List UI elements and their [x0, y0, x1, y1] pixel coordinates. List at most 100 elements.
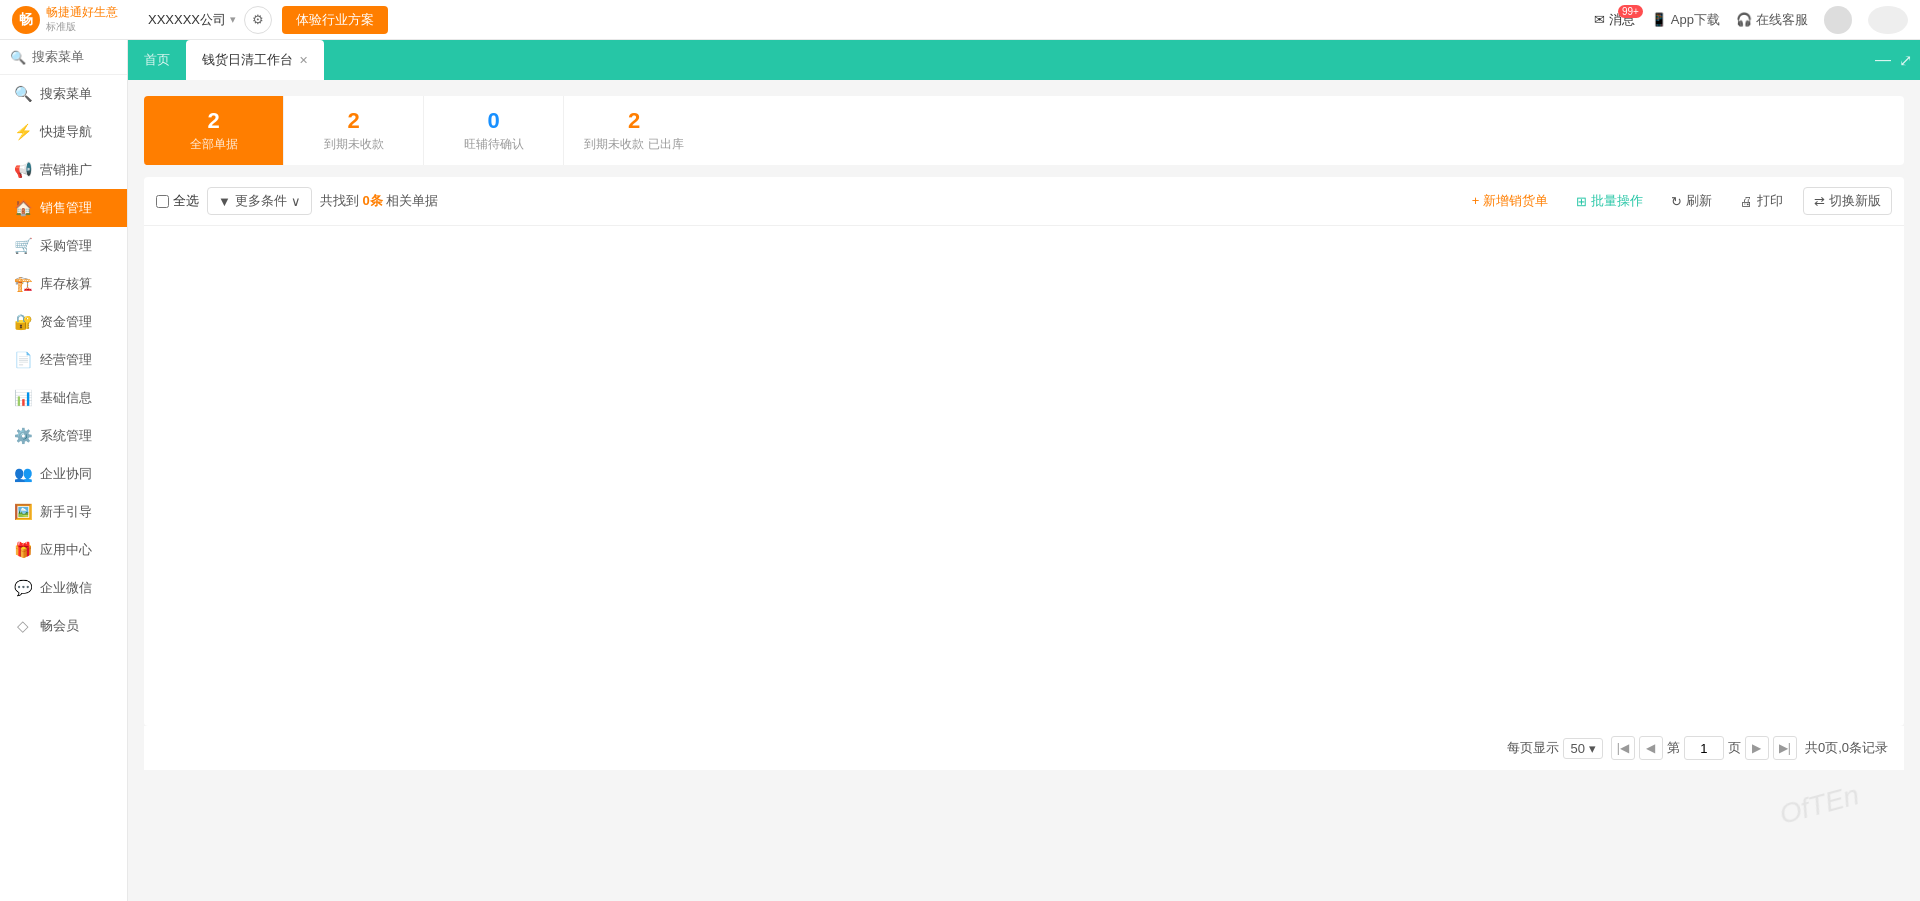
batch-label: 批量操作	[1591, 192, 1643, 210]
sidebar-label-9: 系统管理	[40, 427, 92, 445]
trial-button[interactable]: 体验行业方案	[282, 6, 388, 34]
sidebar-icon-0: 🔍	[14, 85, 32, 103]
sidebar-icon-11: 🖼️	[14, 503, 32, 521]
sidebar-item-10[interactable]: 👥企业协同	[0, 455, 127, 493]
tab-home[interactable]: 首页	[128, 40, 186, 80]
check-all-checkbox[interactable]	[156, 195, 169, 208]
stats-shipped-num: 2	[580, 108, 688, 134]
sidebar-label-14: 畅会员	[40, 617, 79, 635]
toolbar: 全选 ▼ 更多条件 ∨ 共找到 0条 相关单据 + 新增销货单 ⊞ 批量操作 ↻…	[144, 177, 1904, 226]
found-text: 共找到 0条 相关单据	[320, 192, 438, 210]
sidebar-label-13: 企业微信	[40, 579, 92, 597]
batch-icon: ⊞	[1576, 194, 1587, 209]
logo-text-block: 畅捷通好生意 标准版	[46, 5, 118, 35]
company-selector[interactable]: XXXXXX公司 ▾	[148, 11, 236, 29]
page-prev-button[interactable]: ◀	[1639, 736, 1663, 760]
sidebar-label-1: 快捷导航	[40, 123, 92, 141]
sidebar-label-5: 库存核算	[40, 275, 92, 293]
tab-work-bench[interactable]: 钱货日清工作台 ✕	[186, 40, 324, 80]
sidebar-icon-8: 📊	[14, 389, 32, 407]
page-size-dropdown[interactable]: 50 ▾	[1563, 738, 1602, 759]
sidebar-icon-4: 🛒	[14, 237, 32, 255]
filter-icon: ▼	[218, 194, 231, 209]
pagination: 每页显示 50 ▾ |◀ ◀ 第 页 ▶ ▶| 共0页,0条记录	[144, 726, 1904, 770]
sidebar-icon-1: ⚡	[14, 123, 32, 141]
print-label: 打印	[1757, 192, 1783, 210]
sidebar-icon-5: 🏗️	[14, 275, 32, 293]
online-service-label: 在线客服	[1756, 11, 1808, 29]
sidebar-icon-13: 💬	[14, 579, 32, 597]
page-size-arrow-icon: ▾	[1589, 741, 1596, 756]
sidebar-item-9[interactable]: ⚙️系统管理	[0, 417, 127, 455]
message-icon: ✉	[1594, 12, 1605, 27]
sidebar-item-11[interactable]: 🖼️新手引导	[0, 493, 127, 531]
sidebar-label-6: 资金管理	[40, 313, 92, 331]
sidebar-icon-12: 🎁	[14, 541, 32, 559]
sidebar-label-8: 基础信息	[40, 389, 92, 407]
sidebar-item-3[interactable]: 🏠 销售管理	[0, 189, 127, 227]
page-last-button[interactable]: ▶|	[1773, 736, 1797, 760]
sidebar-label-7: 经营管理	[40, 351, 92, 369]
stats-tab-shipped[interactable]: 2 到期未收款 已出库	[564, 96, 704, 165]
sidebar-icon-7: 📄	[14, 351, 32, 369]
toolbar-left: 全选 ▼ 更多条件 ∨ 共找到 0条 相关单据	[156, 187, 1452, 215]
avatar[interactable]	[1824, 6, 1852, 34]
sidebar-icon-3: 🏠	[14, 199, 32, 217]
sidebar-label-0: 搜索菜单	[40, 85, 92, 103]
tab-bar-actions: — ⤢	[1875, 51, 1920, 70]
sidebar-item-1[interactable]: ⚡ 快捷导航	[0, 113, 127, 151]
refresh-label: 刷新	[1686, 192, 1712, 210]
filter-label: 更多条件	[235, 192, 287, 210]
sidebar-item-6[interactable]: 🔐 资金管理	[0, 303, 127, 341]
stats-tab-wangfu[interactable]: 0 旺辅待确认	[424, 96, 564, 165]
stats-tab-all[interactable]: 2 全部单据	[144, 96, 284, 165]
stats-wangfu-label: 旺辅待确认	[440, 136, 547, 153]
page-next-button[interactable]: ▶	[1745, 736, 1769, 760]
print-button[interactable]: 🖨 打印	[1732, 188, 1791, 214]
stats-tabs: 2 全部单据 2 到期未收款 0 旺辅待确认 2 到期未收款 已出库	[144, 96, 1904, 165]
switch-version-button[interactable]: ⇄ 切换新版	[1803, 187, 1892, 215]
message-area[interactable]: ✉ 消息 99+	[1594, 11, 1635, 29]
add-order-button[interactable]: + 新增销货单	[1464, 188, 1556, 214]
sidebar-label-3: 销售管理	[40, 199, 92, 217]
toolbar-right: + 新增销货单 ⊞ 批量操作 ↻ 刷新 🖨 打印 ⇄ 切换新版	[1464, 187, 1892, 215]
app-download[interactable]: 📱 App下载	[1651, 11, 1720, 29]
check-all[interactable]: 全选	[156, 192, 199, 210]
page-first-button[interactable]: |◀	[1611, 736, 1635, 760]
sidebar-icon-2: 📢	[14, 161, 32, 179]
sidebar-search[interactable]: 🔍 搜索菜单	[0, 40, 127, 75]
page-nav: |◀ ◀ 第 页 ▶ ▶|	[1611, 736, 1797, 760]
tab-maximize-icon[interactable]: ⤢	[1899, 51, 1912, 70]
logo-subtitle: 标准版	[46, 20, 118, 34]
sidebar-item-2[interactable]: 📢营销推广	[0, 151, 127, 189]
found-num: 0条	[363, 193, 383, 208]
refresh-button[interactable]: ↻ 刷新	[1663, 188, 1720, 214]
batch-action-button[interactable]: ⊞ 批量操作	[1568, 188, 1651, 214]
sidebar-item-0[interactable]: 🔍 搜索菜单	[0, 75, 127, 113]
sidebar-item-13[interactable]: 💬 企业微信	[0, 569, 127, 607]
online-service[interactable]: 🎧 在线客服	[1736, 11, 1808, 29]
sidebar-item-7[interactable]: 📄 经营管理	[0, 341, 127, 379]
download-icon: 📱	[1651, 12, 1667, 27]
tab-minimize-icon[interactable]: —	[1875, 51, 1891, 69]
logo-area: 畅 畅捷通好生意 标准版	[12, 5, 140, 35]
sidebar-item-8[interactable]: 📊 基础信息	[0, 379, 127, 417]
page-size-value: 50	[1570, 741, 1584, 756]
stats-tab-overdue[interactable]: 2 到期未收款	[284, 96, 424, 165]
top-bar: 畅 畅捷通好生意 标准版 XXXXXX公司 ▾ ⚙ 体验行业方案 ✉ 消息 99…	[0, 0, 1920, 40]
page-label: 第	[1667, 739, 1680, 757]
filter-button[interactable]: ▼ 更多条件 ∨	[207, 187, 312, 215]
sidebar-item-4[interactable]: 🛒采购管理	[0, 227, 127, 265]
sidebar-item-5[interactable]: 🏗️ 库存核算	[0, 265, 127, 303]
tab-close-icon[interactable]: ✕	[299, 54, 308, 67]
sidebar-icon-14: ◇	[14, 617, 32, 635]
page-suffix: 页	[1728, 739, 1741, 757]
message-badge: 99+	[1618, 5, 1643, 18]
tab-home-label: 首页	[144, 51, 170, 69]
switch-icon: ⇄	[1814, 194, 1825, 209]
sidebar-item-12[interactable]: 🎁应用中心	[0, 531, 127, 569]
sidebar-item-14[interactable]: ◇ 畅会员	[0, 607, 127, 645]
sidebar-icon-6: 🔐	[14, 313, 32, 331]
page-number-input[interactable]	[1684, 736, 1724, 760]
settings-icon[interactable]: ⚙	[244, 6, 272, 34]
